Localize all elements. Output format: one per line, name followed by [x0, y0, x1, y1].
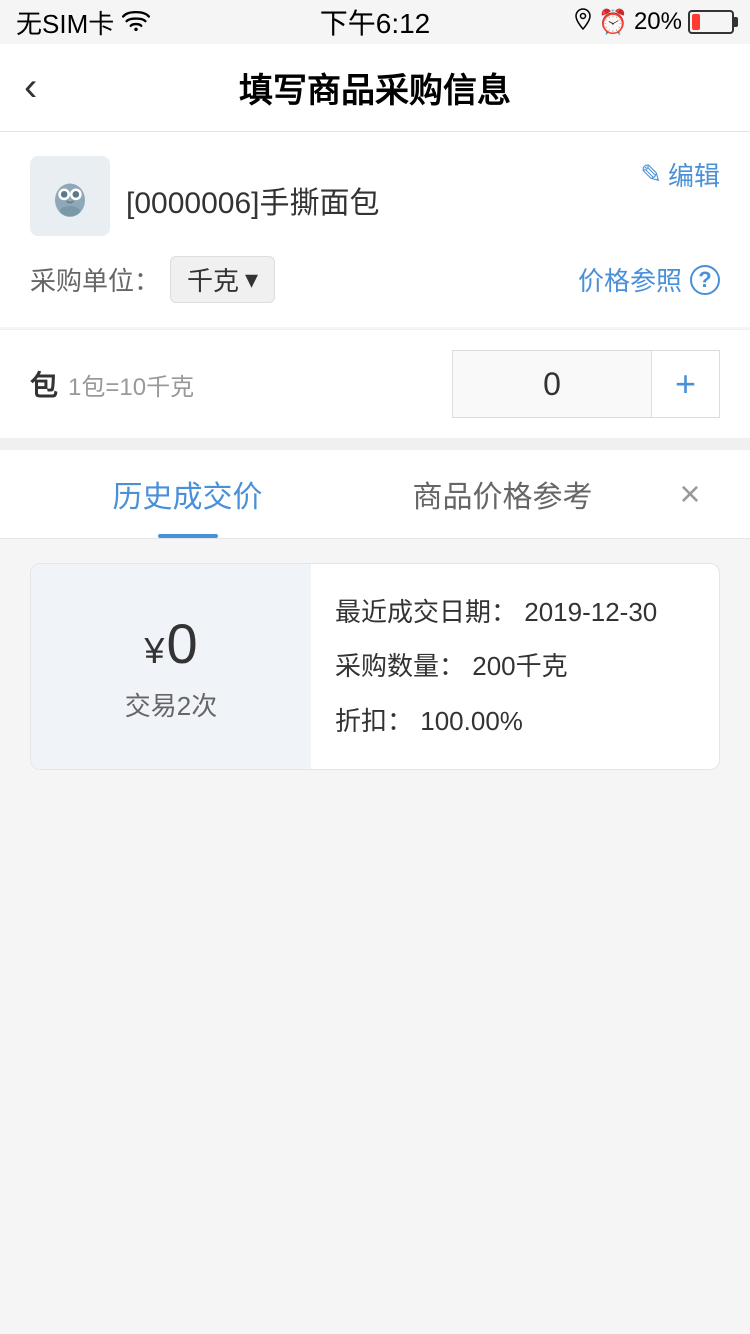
wifi-icon [122, 7, 150, 38]
transaction-details: 最近成交日期： 2019-12-30 采购数量： 200千克 折扣： 100.0… [311, 564, 719, 769]
dropdown-arrow-icon: ▾ [245, 264, 258, 295]
tab-active-indicator [158, 534, 218, 538]
transaction-summary: ¥ 0 交易2次 [31, 564, 311, 769]
amount-value: 0 [166, 611, 197, 676]
alarm-icon: ⏰ [598, 8, 628, 37]
tab-bar: 历史成交价 商品价格参考 × [0, 450, 750, 539]
quantity-row: 包 1包=10千克 + [0, 329, 750, 438]
location-icon [574, 8, 592, 37]
status-left: 无SIM卡 [16, 4, 150, 41]
discount-label: 折扣： [335, 706, 413, 736]
quantity-control: + [452, 350, 720, 418]
page-title: 填写商品采购信息 [239, 63, 511, 112]
transaction-card: ¥ 0 交易2次 最近成交日期： 2019-12-30 采购数量： 200千克 … [30, 563, 720, 770]
carrier-text: 无SIM卡 [16, 4, 114, 41]
help-icon: ? [690, 265, 720, 295]
recent-date-label: 最近成交日期： [335, 597, 517, 627]
transaction-amount: ¥ 0 [144, 611, 197, 676]
nav-bar: ‹ 填写商品采购信息 [0, 44, 750, 132]
tab-product-price-ref[interactable]: 商品价格参考 [345, 450, 660, 538]
recent-date-row: 最近成交日期： 2019-12-30 [335, 594, 695, 630]
section-divider [0, 438, 750, 450]
package-ratio: 1包=10千克 [68, 367, 194, 402]
quantity-plus-button[interactable]: + [652, 350, 720, 418]
product-name: [0000006]手撕面包 [126, 178, 379, 222]
edit-button[interactable]: ✎ 编辑 [640, 156, 720, 193]
currency-symbol: ¥ [144, 630, 164, 672]
discount-row: 折扣： 100.00% [335, 703, 695, 739]
tab-close-button[interactable]: × [660, 464, 720, 524]
unit-select[interactable]: 千克 ▾ [170, 256, 275, 303]
quantity-input[interactable] [452, 350, 652, 418]
purchase-qty-row: 采购数量： 200千克 [335, 648, 695, 684]
content-area: ¥ 0 交易2次 最近成交日期： 2019-12-30 采购数量： 200千克 … [0, 539, 750, 939]
purchase-qty-label: 采购数量： [335, 651, 465, 681]
recent-date-value: 2019-12-30 [524, 597, 657, 627]
transaction-count: 交易2次 [125, 686, 217, 723]
bag-label: 包 [30, 364, 58, 404]
price-ref-button[interactable]: 价格参照 ? [578, 261, 720, 298]
product-header: [0000006]手撕面包 ✎ 编辑 [30, 156, 720, 236]
purchase-qty-value: 200千克 [472, 651, 567, 681]
status-bar: 无SIM卡 下午6:12 ⏰ 20% [0, 0, 750, 44]
battery-icon [688, 10, 734, 34]
status-time: 下午6:12 [320, 2, 431, 42]
unit-label: 采购单位： 千克 ▾ [30, 256, 275, 303]
discount-value: 100.00% [420, 706, 523, 736]
back-button[interactable]: ‹ [24, 65, 37, 110]
product-card: [0000006]手撕面包 ✎ 编辑 采购单位： 千克 ▾ 价格参照 ? [0, 132, 750, 327]
status-right: ⏰ 20% [574, 8, 734, 37]
tab-history-price[interactable]: 历史成交价 [30, 450, 345, 538]
product-left: [0000006]手撕面包 [30, 156, 379, 236]
edit-icon: ✎ [640, 159, 662, 190]
quantity-label: 包 1包=10千克 [30, 364, 194, 404]
product-unit-row: 采购单位： 千克 ▾ 价格参照 ? [30, 256, 720, 303]
product-thumbnail [30, 156, 110, 236]
battery-percent: 20% [634, 8, 682, 36]
